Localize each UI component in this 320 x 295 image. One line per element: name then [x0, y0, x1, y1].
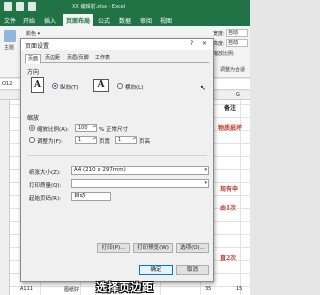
width-label: 宽度: [213, 31, 225, 37]
dialog-tab-strip: 页面 页边距 页眉/页脚 工作表 [25, 54, 209, 64]
tab-review[interactable]: 审阅 [140, 16, 152, 25]
chevron-down-icon: ▾ [204, 180, 207, 186]
ok-button[interactable]: 确定 [139, 265, 173, 275]
tab-home[interactable]: 开始 [23, 16, 35, 25]
scale-percent-unit: % 正常尺寸 [99, 127, 128, 133]
paper-size-label: 纸张大小(Z): [29, 170, 61, 176]
bottom-row-id[interactable]: A111 [20, 286, 33, 292]
chevron-down-icon: ▾ [204, 167, 207, 173]
scale-label: 缩放比例: [213, 51, 235, 57]
print-quality-select[interactable]: ▾ [71, 179, 209, 188]
tab-margins[interactable]: 页边距 [43, 54, 62, 63]
tab-data[interactable]: 数据 [119, 16, 131, 25]
bottom-row-value-1[interactable]: 35 [205, 286, 211, 292]
theme-colors-button[interactable]: 颜色 ▾ [26, 30, 40, 37]
landscape-icon: A [93, 79, 109, 92]
tab-file[interactable]: 文件 [4, 16, 16, 25]
scale-percent-input[interactable]: 100 [75, 124, 97, 132]
tab-insert[interactable]: 插入 [44, 16, 56, 25]
themes-icon[interactable] [4, 30, 16, 42]
portrait-radio[interactable] [52, 83, 58, 89]
options-button[interactable]: 选项(O)... [176, 243, 209, 253]
remark-header-cell[interactable]: 备注 [224, 103, 236, 112]
excel-title-bar: XX 编辑前.xlsx - Excel [0, 0, 250, 14]
bottom-row-value-2[interactable]: 15 [236, 286, 242, 292]
orientation-section-label: 方向 [27, 69, 40, 76]
fit-to-label[interactable]: 调整为(F): [37, 137, 63, 145]
width-select[interactable]: 自动 [226, 29, 248, 37]
first-page-number-label: 起始页码(R): [29, 196, 61, 202]
save-icon[interactable] [16, 2, 24, 11]
landscape-label[interactable]: 横向(L) [125, 83, 143, 91]
height-label: 高度: [213, 41, 225, 47]
bottom-row-text[interactable]: 图纸好 [64, 286, 79, 293]
tab-formulas[interactable]: 公式 [98, 16, 110, 25]
ribbon-tab-bar: 文件 开始 插入 页面布局 公式 数据 审阅 视图 [0, 14, 250, 26]
first-page-number-input[interactable]: 自动 [71, 192, 111, 201]
portrait-label[interactable]: 纵向(T) [60, 83, 79, 91]
remark-cell-3[interactable]: 由1次 [220, 203, 236, 212]
pages-wide-label: 页宽 [99, 139, 111, 145]
fit-to-radio[interactable] [29, 137, 35, 143]
window-title: XX 编辑前.xlsx - Excel [72, 4, 126, 10]
print-quality-label: 打印质量(Q): [29, 183, 62, 189]
tab-view[interactable]: 视图 [160, 16, 172, 25]
column-g-header[interactable]: G [236, 92, 240, 98]
section-divider [27, 155, 207, 156]
fit-pages-tall-input[interactable]: 1 [115, 136, 137, 144]
tab-sheet[interactable]: 工作表 [93, 54, 112, 63]
remark-cell-1[interactable]: 物质损坏 [218, 123, 242, 132]
paper-size-value: A4 (210 x 297mm) [74, 167, 126, 173]
print-preview-button[interactable]: 打印预览(W) [133, 243, 173, 253]
adjust-to-radio[interactable] [29, 125, 35, 131]
height-select[interactable]: 自动 [226, 39, 248, 47]
adjust-to-label[interactable]: 缩放比例(A): [37, 125, 69, 133]
close-icon[interactable]: × [202, 40, 207, 47]
undo-icon[interactable] [28, 2, 36, 11]
landscape-radio[interactable] [117, 83, 123, 89]
cancel-button[interactable]: 取消 [176, 265, 209, 275]
tab-header-footer[interactable]: 页眉/页脚 [65, 54, 91, 63]
dialog-title: 页面设置 [25, 43, 50, 50]
pages-tall-label: 页高 [139, 139, 151, 145]
portrait-icon: A [31, 77, 44, 93]
mouse-pointer-icon: ↖ [200, 84, 206, 92]
autosave-icon[interactable] [4, 2, 12, 11]
scaling-section-label: 缩放 [27, 115, 40, 122]
row-headers [0, 100, 10, 295]
print-button[interactable]: 打印(P)... [97, 243, 130, 253]
dialog-title-bar[interactable]: 页面设置 ? × [21, 39, 213, 50]
video-subtitle: 选择页边距 [96, 281, 154, 294]
paper-size-select[interactable]: A4 (210 x 297mm) ▾ [71, 166, 209, 175]
tab-page[interactable]: 页面 [25, 54, 42, 64]
remark-cell-4[interactable]: 直2次 [220, 253, 236, 262]
fit-pages-wide-input[interactable]: 1 [75, 136, 97, 144]
fit-to-label: 调整为合适 [220, 67, 246, 73]
help-icon[interactable]: ? [190, 40, 193, 47]
themes-label: 主题 [4, 45, 15, 51]
tab-page-layout[interactable]: 页面布局 [63, 14, 94, 26]
remark-cell-2[interactable]: 现有申 [220, 184, 238, 193]
page-setup-dialog: 页面设置 ? × 页面 页边距 页眉/页脚 工作表 方向 A 纵向(T) A 横… [20, 38, 214, 282]
